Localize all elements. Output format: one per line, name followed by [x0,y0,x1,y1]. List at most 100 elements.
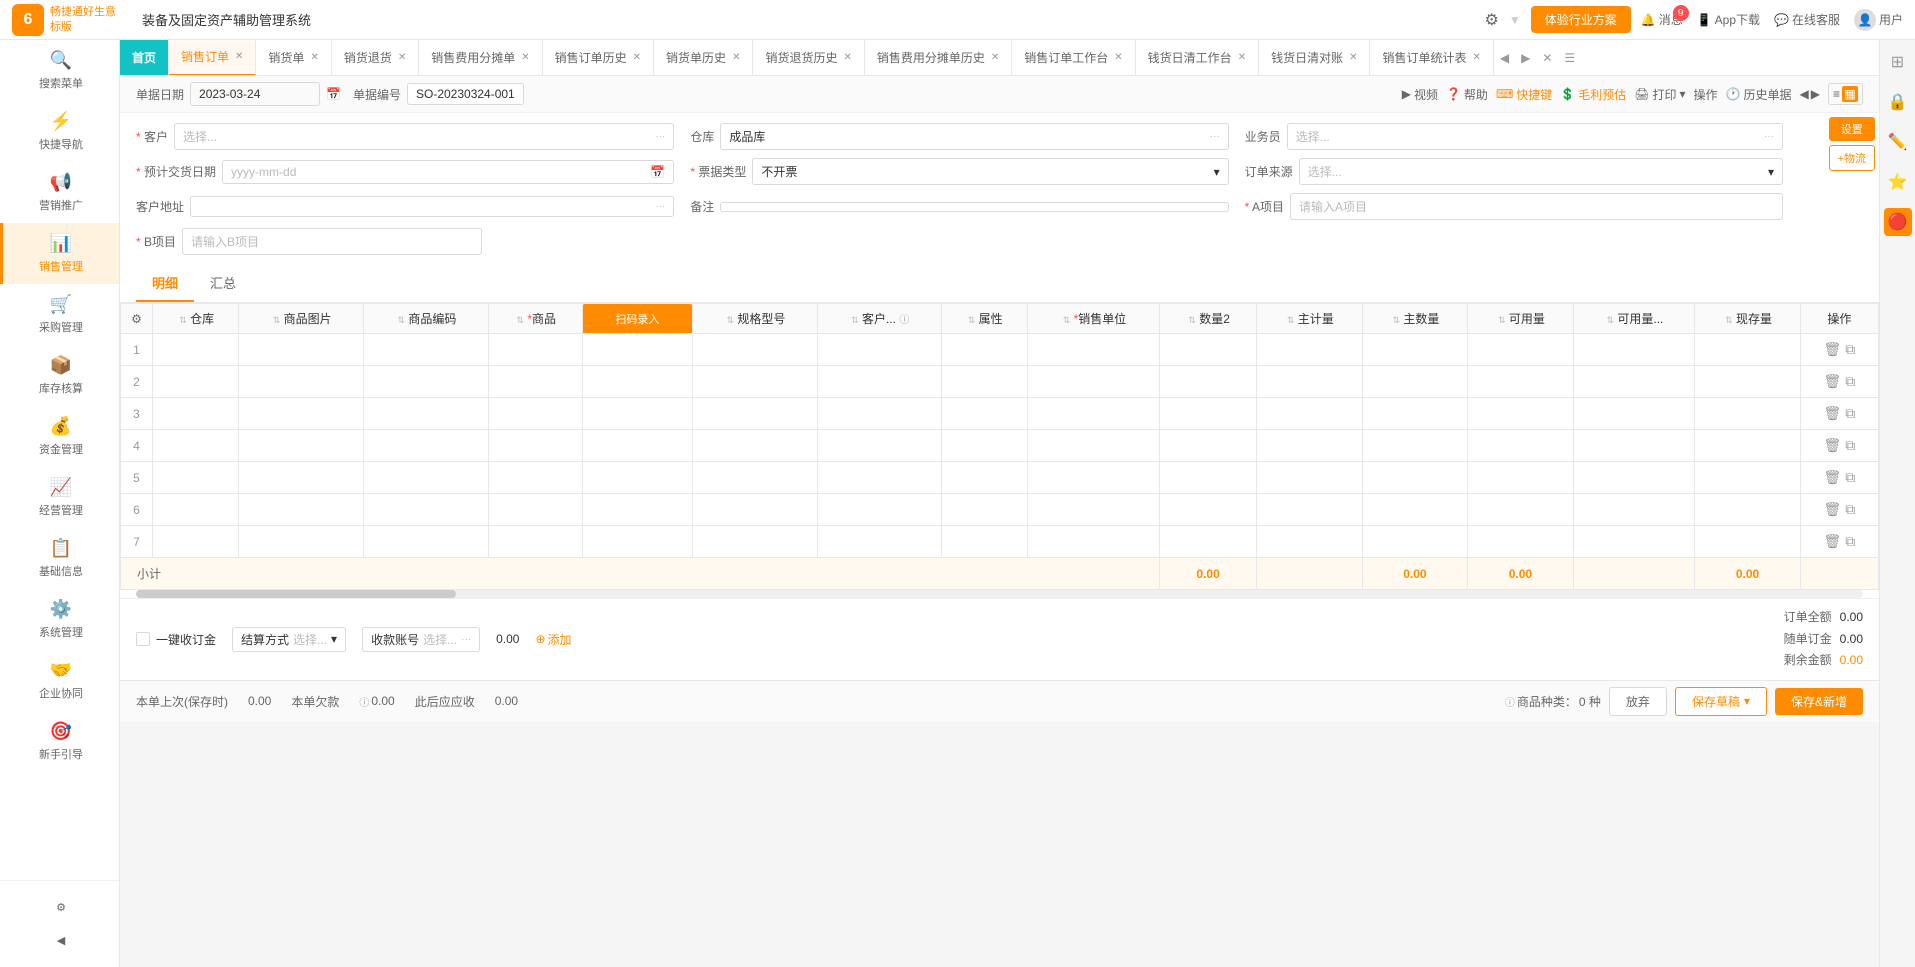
cell-action-2[interactable]: 🗑⧉ [1800,366,1878,398]
topbar-settings-icon[interactable]: ⚙ [1484,10,1498,30]
help-btn[interactable]: ❓ 帮助 [1446,86,1488,103]
sidebar-collapse-btn[interactable]: ◀ [0,924,119,957]
date-input[interactable]: 2023-03-24 [190,82,320,106]
history-btn[interactable]: 🕐 历史单据 [1726,86,1792,103]
tab-close-icon[interactable]: ✕ [1238,52,1246,63]
delete-icon[interactable]: 🗑 [1823,533,1841,550]
account-select[interactable]: 收款账号 选择... ··· [362,627,480,652]
tab-prev-btn[interactable]: ◀ [1494,40,1515,76]
right-panel-star-icon[interactable]: ⭐ [1884,168,1912,196]
sidebar-item-basic-info[interactable]: 📋 基础信息 [0,528,119,589]
cell-mainqty-1[interactable] [1362,334,1468,366]
sidebar-item-quicknav[interactable]: ⚡ 快捷导航 [0,101,119,162]
add-payment-btn[interactable]: ⊕ 添加 [535,631,571,648]
b-project-input[interactable]: 请输入B项目 [182,228,482,255]
discard-button[interactable]: 放弃 [1609,687,1667,716]
sidebar-item-operations[interactable]: 📈 经营管理 [0,467,119,528]
sidebar-item-marketing[interactable]: 📢 营销推广 [0,162,119,223]
cell-action-7[interactable]: 🗑⧉ [1800,526,1878,558]
payment-method-select[interactable]: 结算方式 选择... ▾ [232,627,346,652]
a-project-input[interactable]: 请输入A项目 [1290,193,1783,220]
notification-badge[interactable]: 🔔 消息 9 [1641,11,1683,28]
tab-sales-invoice[interactable]: 销货单 ✕ [256,40,331,76]
tab-summary[interactable]: 汇总 [194,265,252,302]
tab-expense-history[interactable]: 销售费用分摊单历史 ✕ [865,40,1012,76]
sidebar-item-sales[interactable]: 📊 销售管理 [0,223,119,284]
sidebar-item-inventory[interactable]: 📦 库存核算 [0,345,119,406]
copy-icon[interactable]: ⧉ [1845,373,1855,390]
delete-icon[interactable]: 🗑 [1823,373,1841,390]
solution-button[interactable]: 体验行业方案 [1531,6,1631,33]
quick-order-checkbox[interactable] [136,632,150,646]
tab-close-all-btn[interactable]: ✕ [1536,40,1558,76]
col-scan[interactable]: 扫码录入 [582,304,692,334]
cell-action-4[interactable]: 🗑⧉ [1800,430,1878,462]
nav-prev-icon[interactable]: ◀ [1800,87,1809,101]
app-download[interactable]: 📱 App下载 [1697,11,1760,28]
copy-icon[interactable]: ⧉ [1845,341,1855,358]
order-no-input[interactable]: SO-20230324-001 [407,83,524,105]
delivery-date-input[interactable]: yyyy-mm-dd 📅 [222,160,674,184]
tab-sales-order[interactable]: 销售订单 ✕ [169,40,256,76]
scroll-thumb[interactable] [136,590,456,598]
tab-sales-return[interactable]: 销货退货 ✕ [332,40,419,76]
address-input[interactable]: ··· [190,196,674,217]
settings-quick-btn[interactable]: 设置 [1829,117,1875,141]
tab-close-icon[interactable]: ✕ [991,52,999,63]
nav-next-icon[interactable]: ▶ [1811,87,1820,101]
cell-mainunit-1[interactable] [1257,334,1363,366]
copy-icon[interactable]: ⧉ [1845,501,1855,518]
delete-icon[interactable]: 🗑 [1823,405,1841,422]
sidebar-item-collab[interactable]: 🤝 企业协同 [0,650,119,711]
right-panel-edit-icon[interactable]: ✏️ [1884,128,1912,156]
sidebar-item-search[interactable]: 🔍 搜索菜单 [0,40,119,101]
cell-qty2-1[interactable] [1160,334,1257,366]
tab-return-history[interactable]: 销货退货历史 ✕ [753,40,864,76]
right-panel-grid-icon[interactable]: ⊞ [1884,48,1912,76]
tab-close-icon[interactable]: ✕ [235,51,243,62]
tab-close-icon[interactable]: ✕ [398,52,406,63]
print-btn[interactable]: 🖨 打印 ▾ [1634,86,1685,103]
salesperson-input[interactable]: 选择... ··· [1287,123,1783,150]
tab-close-icon[interactable]: ✕ [1349,52,1357,63]
tab-order-history[interactable]: 销售订单历史 ✕ [543,40,654,76]
cell-warehouse-1[interactable] [153,334,239,366]
order-source-select[interactable]: 选择... ▾ [1299,158,1783,185]
user-info[interactable]: 👤 用户 [1854,9,1903,31]
sidebar-item-purchase[interactable]: 🛒 采购管理 [0,284,119,345]
tab-menu-btn[interactable]: ☰ [1558,40,1581,76]
tab-detail[interactable]: 明细 [136,265,194,302]
cell-unit-1[interactable] [1027,334,1159,366]
cell-custcode-1[interactable] [817,334,941,366]
profit-btn[interactable]: 💲 毛利预估 [1560,86,1626,103]
tab-close-icon[interactable]: ✕ [843,52,851,63]
logistics-btn[interactable]: +物流 [1829,145,1875,171]
delete-icon[interactable]: 🗑 [1823,469,1841,486]
cell-image-1[interactable] [239,334,364,366]
cell-action-1[interactable]: 🗑⧉ [1800,334,1878,366]
sidebar-item-guide[interactable]: 🎯 新手引导 [0,711,119,772]
tab-home[interactable]: 首页 [120,40,169,76]
operation-btn[interactable]: 操作 [1694,86,1718,103]
save-new-button[interactable]: 保存&新增 [1775,688,1863,715]
tab-close-icon[interactable]: ✕ [521,52,529,63]
delete-icon[interactable]: 🗑 [1823,501,1841,518]
right-panel-lock-icon[interactable]: 🔒 [1884,88,1912,116]
cell-product-1[interactable] [488,334,582,366]
right-panel-alert-icon[interactable]: 🔴 [1884,208,1912,236]
tab-daily-reconcile[interactable]: 钱货日清对账 ✕ [1259,40,1370,76]
tab-close-icon[interactable]: ✕ [1473,52,1481,63]
cell-attr-1[interactable] [941,334,1027,366]
view-mode-btn[interactable]: ≡ ▦ [1828,83,1863,105]
shortcut-btn[interactable]: ⌨ 快捷键 [1496,86,1552,103]
tab-order-stats[interactable]: 销售订单统计表 ✕ [1370,40,1493,76]
calendar-icon[interactable]: 📅 [326,87,341,101]
tab-daily-workbench[interactable]: 钱货日清工作台 ✕ [1136,40,1259,76]
tab-close-icon[interactable]: ✕ [1114,52,1122,63]
delete-icon[interactable]: 🗑 [1823,341,1841,358]
col-settings[interactable]: ⚙ [121,304,153,334]
delete-icon[interactable]: 🗑 [1823,437,1841,454]
sidebar-item-finance[interactable]: 💰 资金管理 [0,406,119,467]
invoice-type-select[interactable]: 不开票 ▾ [752,158,1228,185]
sidebar-settings-btn[interactable]: ⚙ [0,891,119,924]
